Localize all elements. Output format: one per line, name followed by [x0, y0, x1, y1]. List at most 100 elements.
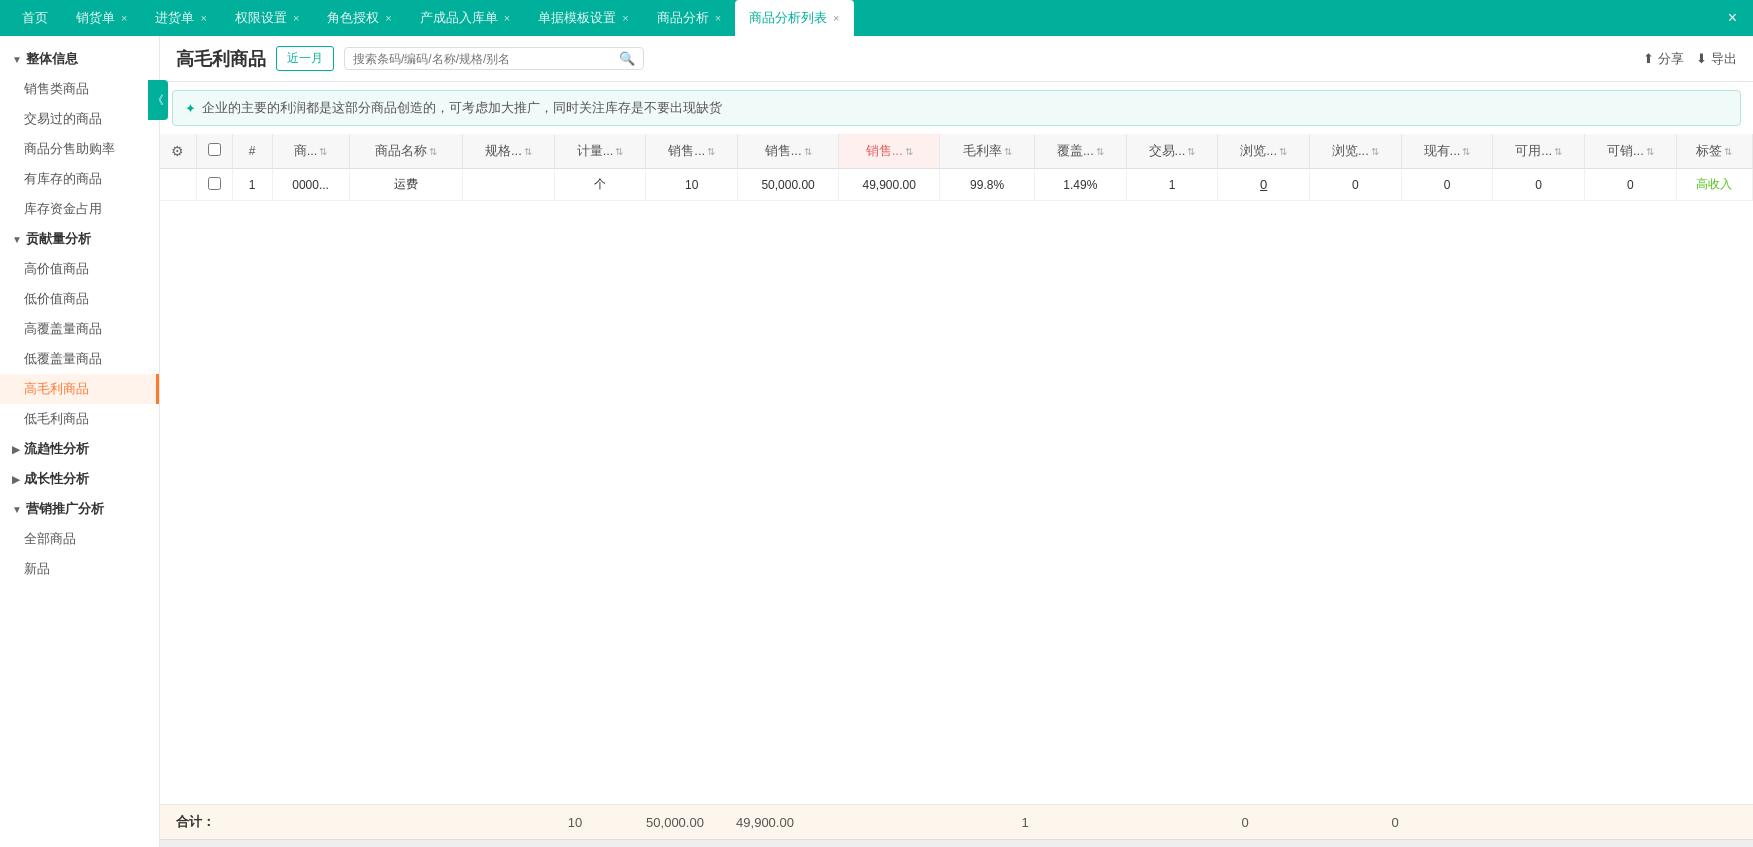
footer-available: 0	[1355, 815, 1435, 830]
col-view1[interactable]: 浏览... ⇅	[1218, 134, 1310, 169]
sidebar-item-assist-rate[interactable]: 商品分售助购率	[0, 134, 159, 164]
col-view1-sort[interactable]: ⇅	[1279, 146, 1287, 157]
sidebar-item-sale-goods-label: 销售类商品	[24, 81, 89, 96]
col-saleable[interactable]: 可销... ⇅	[1585, 134, 1677, 169]
sidebar-item-new-goods[interactable]: 新品	[0, 554, 159, 584]
tab-permission-close[interactable]: ×	[293, 12, 299, 24]
col-check[interactable]	[196, 134, 232, 169]
col-sale-profit[interactable]: 销售... ⇅	[839, 134, 940, 169]
col-code[interactable]: 商... ⇅	[272, 134, 349, 169]
sidebar-collapse-btn[interactable]: 《	[148, 80, 168, 120]
tab-role[interactable]: 角色授权 ×	[313, 0, 405, 36]
sidebar-item-low-value[interactable]: 低价值商品	[0, 284, 159, 314]
tab-sales[interactable]: 销货单 ×	[62, 0, 141, 36]
sidebar-item-high-value[interactable]: 高价值商品	[0, 254, 159, 284]
tab-analysis[interactable]: 商品分析 ×	[643, 0, 735, 36]
col-spec[interactable]: 规格... ⇅	[463, 134, 555, 169]
tab-template-close[interactable]: ×	[622, 12, 628, 24]
sidebar-item-low-coverage-label: 低覆盖量商品	[24, 351, 102, 366]
col-sale-qty-label: 销售...	[668, 142, 705, 160]
col-view2-sort[interactable]: ⇅	[1371, 146, 1379, 157]
sidebar-item-traded-goods[interactable]: 交易过的商品	[0, 104, 159, 134]
sidebar-group-growth[interactable]: ▶ 成长性分析	[0, 464, 159, 494]
row-view1-cell[interactable]: 0	[1218, 169, 1310, 201]
col-coverage-sort[interactable]: ⇅	[1096, 146, 1104, 157]
col-sale-profit-sort[interactable]: ⇅	[905, 146, 913, 157]
col-gross-rate-sort[interactable]: ⇅	[1004, 146, 1012, 157]
tab-purchase-close[interactable]: ×	[200, 12, 206, 24]
tab-product[interactable]: 产成品入库单 ×	[406, 0, 524, 36]
col-num: #	[232, 134, 272, 169]
col-sale-amt-sort[interactable]: ⇅	[804, 146, 812, 157]
select-all-checkbox[interactable]	[208, 143, 221, 156]
sidebar-group-growth-arrow: ▶	[12, 474, 20, 485]
tab-sales-close[interactable]: ×	[121, 12, 127, 24]
sidebar-group-contribution-label: 贡献量分析	[26, 230, 91, 248]
export-btn[interactable]: ⬇ 导出	[1696, 50, 1737, 68]
tab-product-close[interactable]: ×	[504, 12, 510, 24]
row-view1-link[interactable]: 0	[1260, 177, 1267, 192]
tab-role-close[interactable]: ×	[385, 12, 391, 24]
col-sale-qty[interactable]: 销售... ⇅	[646, 134, 738, 169]
row-check-cell[interactable]	[196, 169, 232, 201]
col-sale-amt[interactable]: 销售... ⇅	[738, 134, 839, 169]
search-icon[interactable]: 🔍	[619, 51, 635, 66]
table-footer: 合计： 10 50,000.00 49,900.00 1 0 0	[160, 804, 1753, 839]
col-available-sort[interactable]: ⇅	[1554, 146, 1562, 157]
row-checkbox[interactable]	[208, 177, 221, 190]
row-transaction-cell: 1	[1126, 169, 1218, 201]
tab-template[interactable]: 单据模板设置 ×	[524, 0, 642, 36]
tab-analysis-list[interactable]: 商品分析列表 ×	[735, 0, 853, 36]
sidebar-item-high-coverage[interactable]: 高覆盖量商品	[0, 314, 159, 344]
col-transaction-sort[interactable]: ⇅	[1187, 146, 1195, 157]
col-settings[interactable]: ⚙	[160, 134, 196, 169]
sidebar-group-trend[interactable]: ▶ 流趋性分析	[0, 434, 159, 464]
tab-purchase[interactable]: 进货单 ×	[141, 0, 220, 36]
horizontal-scrollbar[interactable]	[160, 839, 1753, 847]
col-coverage[interactable]: 覆盖... ⇅	[1035, 134, 1127, 169]
col-transaction[interactable]: 交易... ⇅	[1126, 134, 1218, 169]
row-name-cell[interactable]: 运费	[349, 169, 462, 201]
col-name-sort[interactable]: ⇅	[429, 146, 437, 157]
tab-analysis-close[interactable]: ×	[715, 12, 721, 24]
sidebar-item-all-goods[interactable]: 全部商品	[0, 524, 159, 554]
sidebar-group-overview-arrow: ▼	[12, 54, 22, 65]
close-all-btn[interactable]: ×	[1720, 9, 1745, 27]
search-input[interactable]	[353, 52, 619, 66]
col-current-sort[interactable]: ⇅	[1462, 146, 1470, 157]
tab-permission[interactable]: 权限设置 ×	[221, 0, 313, 36]
sidebar-item-stocked[interactable]: 有库存的商品	[0, 164, 159, 194]
sidebar-group-marketing[interactable]: ▼ 营销推广分析	[0, 494, 159, 524]
col-code-sort[interactable]: ⇅	[319, 146, 327, 157]
col-unit[interactable]: 计量... ⇅	[554, 134, 646, 169]
col-saleable-sort[interactable]: ⇅	[1646, 146, 1654, 157]
col-transaction-label: 交易...	[1149, 142, 1186, 160]
col-name[interactable]: 商品名称 ⇅	[349, 134, 462, 169]
col-gross-rate[interactable]: 毛利率 ⇅	[940, 134, 1035, 169]
col-available[interactable]: 可用... ⇅	[1493, 134, 1585, 169]
col-tag-sort[interactable]: ⇅	[1724, 146, 1732, 157]
col-sale-qty-sort[interactable]: ⇅	[707, 146, 715, 157]
sidebar-item-capital[interactable]: 库存资金占用	[0, 194, 159, 224]
column-settings-icon[interactable]: ⚙	[171, 143, 184, 159]
col-saleable-label: 可销...	[1607, 142, 1644, 160]
sidebar-item-sale-goods[interactable]: 销售类商品	[0, 74, 159, 104]
sidebar-item-low-coverage[interactable]: 低覆盖量商品	[0, 344, 159, 374]
sidebar-item-low-margin-label: 低毛利商品	[24, 411, 89, 426]
sidebar-group-overview[interactable]: ▼ 整体信息	[0, 44, 159, 74]
col-unit-sort[interactable]: ⇅	[615, 146, 623, 157]
col-tag[interactable]: 标签 ⇅	[1676, 134, 1752, 169]
col-spec-sort[interactable]: ⇅	[524, 146, 532, 157]
tab-template-label: 单据模板设置	[538, 9, 616, 27]
time-filter-btn[interactable]: 近一月	[276, 46, 334, 71]
table-wrapper[interactable]: ⚙ # 商... ⇅	[160, 134, 1753, 804]
sidebar-item-high-margin[interactable]: 高毛利商品	[0, 374, 159, 404]
col-current[interactable]: 现有... ⇅	[1401, 134, 1493, 169]
share-btn[interactable]: ⬆ 分享	[1643, 50, 1684, 68]
sidebar-group-contribution[interactable]: ▼ 贡献量分析	[0, 224, 159, 254]
export-icon: ⬇	[1696, 51, 1707, 66]
sidebar-item-low-margin[interactable]: 低毛利商品	[0, 404, 159, 434]
col-view2[interactable]: 浏览... ⇅	[1310, 134, 1402, 169]
tab-analysis-list-close[interactable]: ×	[833, 12, 839, 24]
tab-home[interactable]: 首页	[8, 0, 62, 36]
